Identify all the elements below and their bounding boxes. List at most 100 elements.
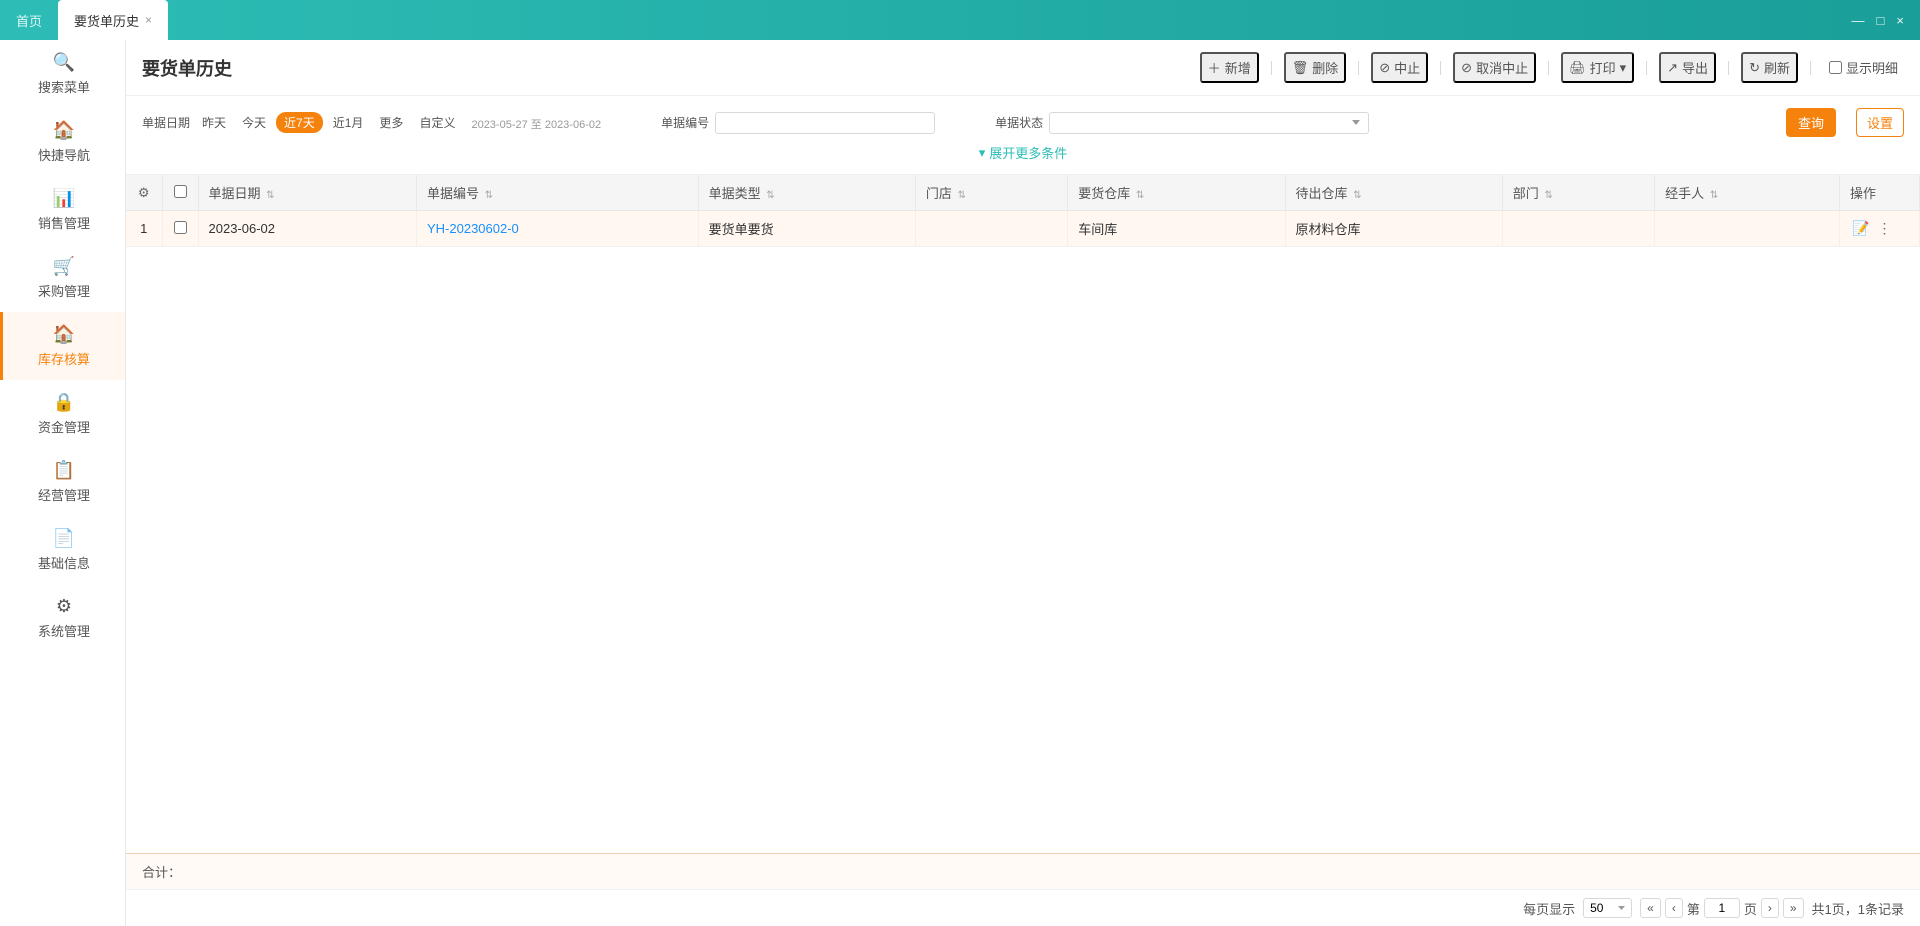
maximize-btn[interactable]: □ — [1877, 13, 1885, 28]
th-req-warehouse[interactable]: 要货仓库 ⇅ — [1068, 175, 1285, 211]
th-checkbox — [162, 175, 198, 211]
divider2 — [1358, 61, 1359, 75]
stop-button[interactable]: ⊘ 中止 — [1371, 52, 1428, 83]
sidebar-item-system-mgmt[interactable]: ⚙ 系统管理 — [0, 584, 125, 652]
next-page-btn[interactable]: › — [1761, 898, 1779, 918]
row-date: 2023-06-02 — [209, 221, 276, 236]
select-all-checkbox[interactable] — [174, 185, 187, 198]
query-button[interactable]: 查询 — [1786, 108, 1836, 137]
sidebar-item-sales-mgmt[interactable]: 📊 销售管理 — [0, 176, 125, 244]
stop-icon: ⊘ — [1379, 60, 1390, 76]
status-select[interactable] — [1049, 112, 1369, 134]
tab-bar: 首页 要货单历史 × — [0, 0, 1836, 40]
delete-label: 删除 — [1312, 58, 1338, 77]
tab-requisition-history[interactable]: 要货单历史 × — [58, 0, 168, 40]
minimize-btn[interactable]: — — [1852, 13, 1865, 28]
sidebar-item-quick-nav[interactable]: 🏠 快捷导航 — [0, 108, 125, 176]
chart-icon: 📊 — [53, 188, 75, 209]
divider6 — [1728, 61, 1729, 75]
th-date[interactable]: 单据日期 ⇅ — [198, 175, 416, 211]
per-page-select[interactable]: 20 50 100 200 — [1583, 898, 1632, 918]
inventory-icon: 🏠 — [53, 324, 75, 345]
tab-close-icon[interactable]: × — [145, 13, 152, 27]
sort-type-icon: ⇅ — [766, 190, 774, 201]
tab-requisition-label: 要货单历史 — [74, 11, 139, 30]
more-ops-icon[interactable]: ⋮ — [1875, 218, 1893, 239]
new-button[interactable]: ＋ 新增 — [1200, 52, 1259, 83]
new-label: 新增 — [1225, 58, 1251, 77]
th-store[interactable]: 门店 ⇅ — [915, 175, 1067, 211]
td-date: 2023-06-02 — [198, 211, 416, 247]
content-area: 要货单历史 ＋ 新增 🗑 删除 ⊘ 中止 ⊘ — [126, 40, 1920, 926]
sidebar-item-operations-mgmt[interactable]: 📋 经营管理 — [0, 448, 125, 516]
refresh-button[interactable]: ↻ 刷新 — [1741, 52, 1798, 83]
top-bar: 首页 要货单历史 × — □ × — [0, 0, 1920, 40]
tab-home[interactable]: 首页 — [0, 0, 58, 40]
th-department[interactable]: 部门 ⇅ — [1502, 175, 1654, 211]
query-label: 查询 — [1798, 113, 1824, 132]
td-pending-warehouse: 原材料仓库 — [1285, 211, 1502, 247]
td-handler — [1655, 211, 1840, 247]
date-filter-label: 单据日期 — [142, 114, 190, 131]
sidebar-item-purchase-mgmt[interactable]: 🛒 采购管理 — [0, 244, 125, 312]
order-no-filter: 单据编号 — [661, 112, 935, 134]
page-header: 要货单历史 ＋ 新增 🗑 删除 ⊘ 中止 ⊘ — [126, 40, 1920, 96]
date-btn-1month[interactable]: 近1月 — [327, 112, 370, 133]
date-btn-yesterday[interactable]: 昨天 — [196, 112, 232, 133]
edit-icon[interactable]: 📝 — [1850, 218, 1871, 239]
settings-button[interactable]: 设置 — [1856, 108, 1904, 137]
show-detail-checkbox[interactable] — [1829, 61, 1842, 74]
td-checkbox — [162, 211, 198, 247]
sidebar-label-search: 搜索菜单 — [38, 77, 90, 96]
lock-icon: 🔒 — [53, 392, 75, 413]
sort-reqwh-icon: ⇅ — [1136, 190, 1144, 201]
filter-area: 单据日期 昨天 今天 近7天 近1月 更多 自定义 2023-05-27 至 2… — [126, 96, 1920, 175]
sidebar-item-basic-info[interactable]: 📄 基础信息 — [0, 516, 125, 584]
export-button[interactable]: ↗ 导出 — [1659, 52, 1716, 83]
print-button[interactable]: 🖨 打印 ▾ — [1561, 52, 1634, 83]
delete-button[interactable]: 🗑 删除 — [1284, 52, 1347, 83]
date-btn-today[interactable]: 今天 — [236, 112, 272, 133]
date-btn-7days[interactable]: 近7天 — [276, 112, 323, 133]
close-btn[interactable]: × — [1896, 13, 1904, 28]
status-label: 单据状态 — [995, 114, 1043, 131]
sidebar-label-quick-nav: 快捷导航 — [38, 145, 90, 164]
date-btn-more[interactable]: 更多 — [373, 112, 409, 133]
order-no-input[interactable] — [715, 112, 935, 134]
divider4 — [1548, 61, 1549, 75]
clipboard-icon: 📋 — [53, 460, 75, 481]
stop-label: 中止 — [1394, 58, 1420, 77]
data-table: ⚙ 单据日期 ⇅ 单据编号 ⇅ 单据类型 ⇅ — [126, 175, 1920, 247]
row-order-no-link[interactable]: YH-20230602-0 — [427, 221, 519, 236]
first-page-btn[interactable]: « — [1640, 898, 1661, 918]
cancel-stop-button[interactable]: ⊘ 取消中止 — [1453, 52, 1536, 83]
sort-pendwh-icon: ⇅ — [1353, 190, 1361, 201]
print-icon: 🖨 — [1569, 60, 1586, 76]
page-number-input[interactable] — [1704, 898, 1740, 918]
expand-more-btn[interactable]: ▾ 展开更多条件 — [142, 143, 1904, 162]
row-checkbox[interactable] — [174, 221, 187, 234]
date-btn-custom[interactable]: 自定义 — [413, 112, 461, 133]
th-pending-warehouse[interactable]: 待出仓库 ⇅ — [1285, 175, 1502, 211]
th-ops: 操作 — [1840, 175, 1920, 211]
order-no-label: 单据编号 — [661, 114, 709, 131]
show-detail-toggle[interactable]: 显示明细 — [1823, 54, 1904, 81]
prev-page-btn[interactable]: ‹ — [1665, 898, 1683, 918]
sidebar-item-search-menu[interactable]: 🔍 搜索菜单 — [0, 40, 125, 108]
top-bar-right: — □ × — [1836, 13, 1920, 28]
th-settings[interactable]: ⚙ — [126, 175, 162, 211]
export-label: 导出 — [1682, 58, 1708, 77]
th-handler[interactable]: 经手人 ⇅ — [1655, 175, 1840, 211]
th-order-no[interactable]: 单据编号 ⇅ — [416, 175, 698, 211]
sidebar-item-finance-mgmt[interactable]: 🔒 资金管理 — [0, 380, 125, 448]
sidebar-item-inventory[interactable]: 🏠 库存核算 — [0, 312, 125, 380]
chevron-down-icon: ▾ — [979, 145, 986, 161]
sort-store-icon: ⇅ — [958, 190, 966, 201]
table-settings-icon[interactable]: ⚙ — [138, 185, 150, 200]
row-pending-warehouse: 原材料仓库 — [1296, 222, 1361, 237]
date-filter: 单据日期 昨天 今天 近7天 近1月 更多 自定义 — [142, 112, 461, 133]
status-filter: 单据状态 — [995, 112, 1369, 134]
th-type[interactable]: 单据类型 ⇅ — [698, 175, 915, 211]
export-icon: ↗ — [1667, 60, 1678, 76]
last-page-btn[interactable]: » — [1783, 898, 1804, 918]
